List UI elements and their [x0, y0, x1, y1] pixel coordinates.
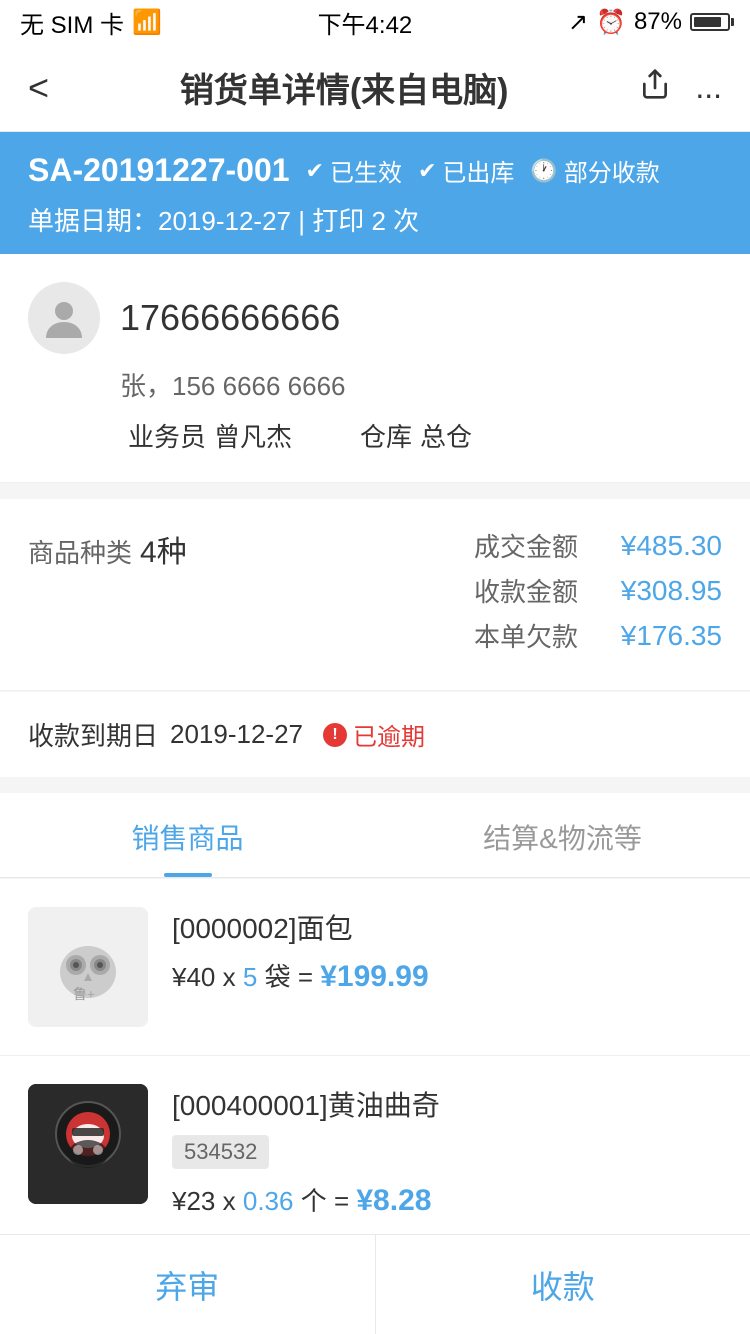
- page-title: 销货单详情(来自电脑): [180, 63, 509, 112]
- customer-phone: 17666666666: [120, 297, 340, 339]
- customer-row: 17666666666: [28, 282, 722, 354]
- customer-name-line: 张，156 6666 6666: [28, 366, 722, 403]
- status-time: 下午4:42: [318, 5, 413, 40]
- list-item: 鲁+ [0000002]面包 ¥40 x 5 袋 = ¥199.99: [0, 879, 750, 1056]
- tabs-row: 销售商品 结算&物流等: [0, 793, 750, 877]
- bottom-bar: 弃审 收款: [0, 1234, 750, 1334]
- product-name-1: [0000002]面包: [172, 907, 722, 947]
- status-badge-3: 🕐 部分收款: [530, 153, 659, 188]
- summary-section: 商品种类4种 成交金额 ¥485.30 收款金额 ¥308.95 本单欠款 ¥1…: [0, 499, 750, 691]
- debt-amount: ¥176.35: [602, 620, 722, 652]
- overdue-text: 已逾期: [353, 717, 425, 752]
- alarm-icon: ⏰: [596, 8, 626, 37]
- tabs-section: 销售商品 结算&物流等: [0, 793, 750, 878]
- transaction-row: 成交金额 ¥485.30: [474, 527, 722, 564]
- battery-icon: [690, 13, 730, 31]
- product-info-1: [0000002]面包 ¥40 x 5 袋 = ¥199.99: [172, 907, 722, 994]
- product-thumb-1: 鲁+: [28, 907, 148, 1027]
- status-bar: 无 SIM 卡 📶 下午4:42 ↗ ⏰ 87%: [0, 0, 750, 44]
- owl-thumb-icon: 鲁+: [48, 927, 128, 1007]
- confirm-button[interactable]: 收款: [376, 1235, 750, 1334]
- product-price-1: ¥40 x 5 袋 = ¥199.99: [172, 957, 722, 994]
- overdue-dot-icon: !: [323, 723, 347, 747]
- clock-icon: 🕐: [530, 158, 557, 184]
- status-right: ↗ ⏰ 87%: [568, 8, 730, 37]
- header-banner: SA-20191227-001 ✔ 已生效 ✔ 已出库 🕐 部分收款 单据日期：…: [0, 132, 750, 254]
- banner-date: 单据日期：2019-12-27 | 打印 2 次: [28, 201, 722, 238]
- svg-text:鲁+: 鲁+: [73, 987, 95, 1003]
- amount-info: 成交金额 ¥485.30 收款金额 ¥308.95 本单欠款 ¥176.35: [474, 527, 722, 662]
- nav-actions: ...: [639, 68, 722, 108]
- transaction-amount: ¥485.30: [602, 530, 722, 562]
- due-label: 收款到期日: [28, 716, 158, 753]
- product-thumb-2: [28, 1084, 148, 1204]
- warehouse-item: 仓库总仓: [352, 417, 472, 454]
- category-info: 商品种类4种: [28, 527, 187, 571]
- order-id: SA-20191227-001: [28, 152, 290, 189]
- avatar: [28, 282, 100, 354]
- product-list: 鲁+ [0000002]面包 ¥40 x 5 袋 = ¥199.99: [0, 879, 750, 1247]
- received-amount: ¥308.95: [602, 575, 722, 607]
- status-badge-1: ✔ 已生效: [306, 153, 402, 188]
- location-icon: ↗: [568, 8, 588, 37]
- debt-row: 本单欠款 ¥176.35: [474, 617, 722, 654]
- nav-bar: < 销货单详情(来自电脑) ...: [0, 44, 750, 132]
- product-name-2: [000400001]黄油曲奇: [172, 1084, 722, 1124]
- more-icon[interactable]: ...: [695, 69, 722, 106]
- due-section: 收款到期日 2019-12-27 ! 已逾期: [0, 692, 750, 777]
- overdue-badge: ! 已逾期: [323, 717, 425, 752]
- customer-section: 17666666666 张，156 6666 6666 业务员曾凡杰 仓库总仓: [0, 254, 750, 483]
- banner-top: SA-20191227-001 ✔ 已生效 ✔ 已出库 🕐 部分收款: [28, 152, 722, 189]
- summary-row: 商品种类4种 成交金额 ¥485.30 收款金额 ¥308.95 本单欠款 ¥1…: [28, 527, 722, 662]
- product-tag-2: 534532: [172, 1135, 269, 1169]
- due-date: 2019-12-27: [170, 719, 303, 750]
- list-item: [000400001]黄油曲奇 534532 ¥23 x 0.36 个 = ¥8…: [0, 1056, 750, 1247]
- wifi-icon: 📶: [132, 8, 162, 37]
- tab-sales-products[interactable]: 销售商品: [0, 793, 375, 877]
- status-badge-2: ✔ 已出库: [418, 153, 514, 188]
- carrier-text: 无 SIM 卡: [20, 5, 124, 40]
- status-left: 无 SIM 卡 📶: [20, 5, 162, 40]
- received-row: 收款金额 ¥308.95: [474, 572, 722, 609]
- back-button[interactable]: <: [28, 67, 49, 109]
- tab-settlement[interactable]: 结算&物流等: [375, 793, 750, 877]
- cancel-button[interactable]: 弃审: [0, 1235, 376, 1334]
- check-icon-1: ✔: [306, 158, 324, 184]
- product-price-2: ¥23 x 0.36 个 = ¥8.28: [172, 1181, 722, 1218]
- check-icon-2: ✔: [418, 158, 436, 184]
- product-thumb-2-icon: [28, 1084, 148, 1204]
- sales-item: 业务员曾凡杰: [120, 417, 292, 454]
- product-info-2: [000400001]黄油曲奇 534532 ¥23 x 0.36 个 = ¥8…: [172, 1084, 722, 1218]
- customer-meta: 业务员曾凡杰 仓库总仓: [28, 417, 722, 454]
- battery-percent: 87%: [634, 8, 682, 36]
- person-icon: [42, 296, 86, 340]
- share-icon[interactable]: [639, 68, 671, 108]
